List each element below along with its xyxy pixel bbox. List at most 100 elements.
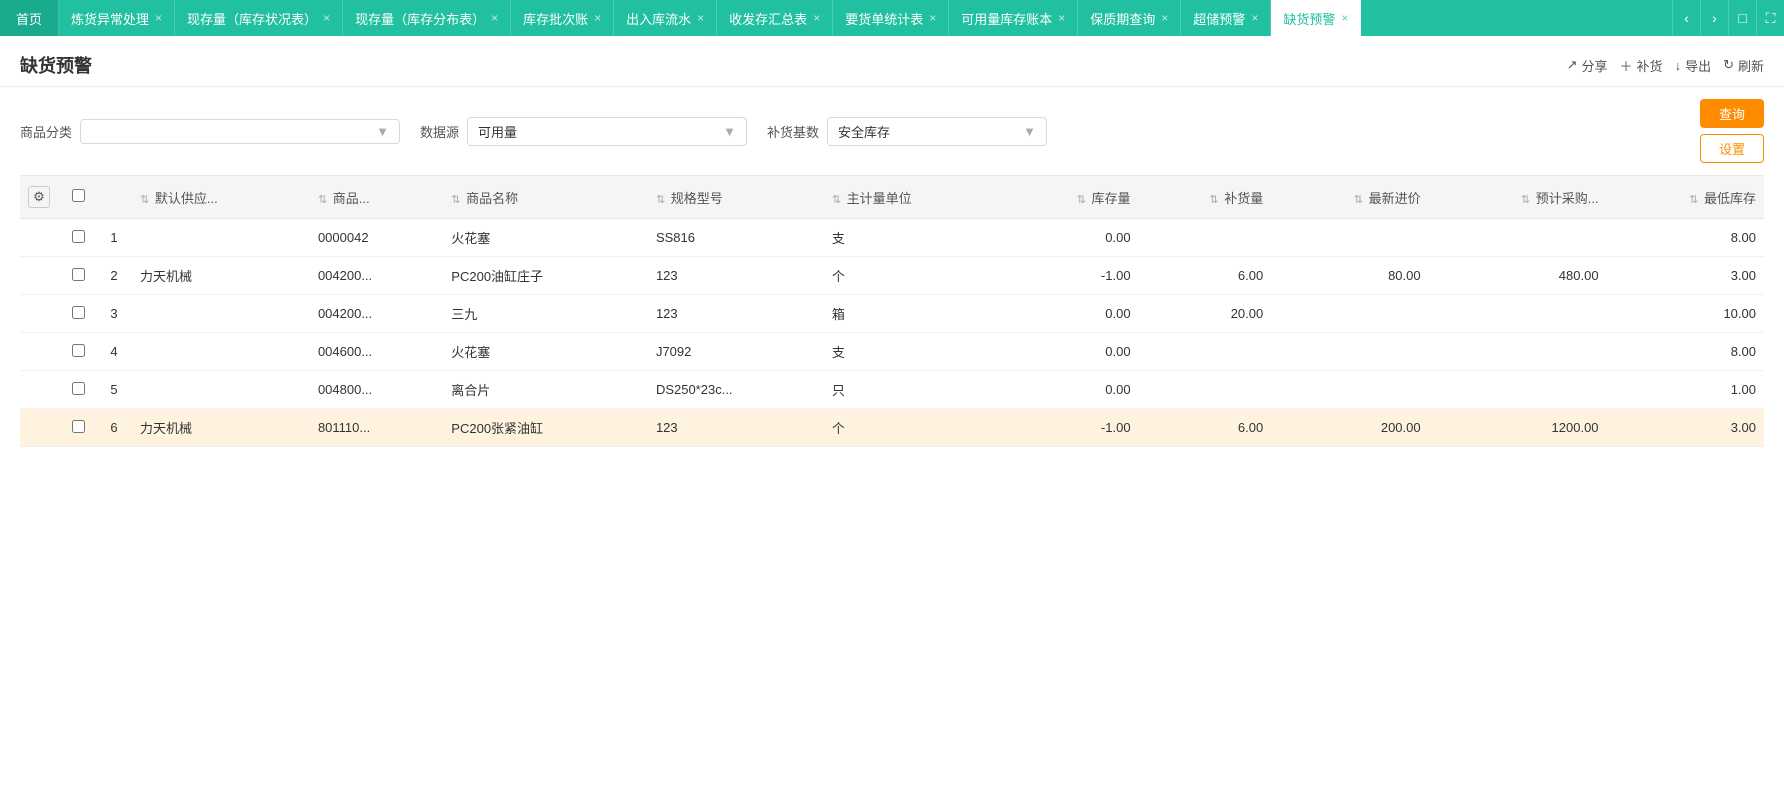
table-row: 6 力天机械 801110... PC200张紧油缸 123 个 -1.00 6… — [20, 409, 1764, 447]
main-content: 缺货预警 ↗ 分享 ＋ 补货 ↓ 导出 ↻ 刷新 商品分类 — [0, 36, 1784, 796]
sort-icon-supplier: ⇅ — [140, 194, 149, 206]
row-replenish-qty: 6.00 — [1139, 257, 1272, 295]
row-min-stock: 10.00 — [1607, 295, 1764, 333]
share-button[interactable]: ↗ 分享 — [1567, 56, 1608, 75]
replenish-base-filter: 补货基数 安全库存 ▼ — [767, 117, 1047, 146]
tab-home[interactable]: 首页 — [0, 0, 59, 36]
row-unit: 只 — [824, 371, 1006, 409]
sort-icon-est-purchase: ⇅ — [1521, 194, 1530, 206]
row-num: 6 — [96, 409, 132, 447]
row-latest-price — [1271, 295, 1428, 333]
row-goods-name: PC200油缸庄子 — [443, 257, 648, 295]
row-spec: DS250*23c... — [648, 371, 824, 409]
data-table: ⚙ ⇅ 默认供应... ⇅ 商品... ⇅ — [20, 175, 1764, 447]
tab-2[interactable]: 现存量（库存状况表） × — [175, 0, 343, 36]
row-checkbox-cell — [60, 257, 96, 295]
row-supplier — [132, 333, 310, 371]
category-label: 商品分类 — [20, 122, 72, 141]
category-select[interactable]: ▼ — [80, 119, 400, 144]
tab-9[interactable]: 保质期查询 × — [1078, 0, 1181, 36]
table-row: 5 004800... 离合片 DS250*23c... 只 0.00 1.00 — [20, 371, 1764, 409]
col-num — [96, 176, 132, 219]
query-button[interactable]: 查询 — [1700, 99, 1764, 128]
row-checkbox-2[interactable] — [72, 306, 85, 319]
row-stock: 0.00 — [1006, 371, 1139, 409]
tab-4[interactable]: 库存批次账 × — [511, 0, 614, 36]
col-goods-name: ⇅ 商品名称 — [443, 176, 648, 219]
tab-close-9[interactable]: × — [1161, 11, 1168, 25]
datasource-select-value: 可用量 — [478, 122, 517, 141]
tab-window-button[interactable]: □ — [1728, 0, 1756, 36]
col-latest-price: ⇅ 最新进价 — [1271, 176, 1428, 219]
tab-3[interactable]: 现存量（库存分布表） × — [343, 0, 511, 36]
sort-icon-goods-name: ⇅ — [451, 194, 460, 206]
setting-button[interactable]: 设置 — [1700, 134, 1764, 163]
row-checkbox-1[interactable] — [72, 268, 85, 281]
row-spec: SS816 — [648, 219, 824, 257]
row-supplier: 力天机械 — [132, 257, 310, 295]
column-settings-icon[interactable]: ⚙ — [28, 186, 50, 208]
tab-prev-button[interactable]: ‹ — [1672, 0, 1700, 36]
row-latest-price — [1271, 371, 1428, 409]
tab-close-6[interactable]: × — [813, 11, 820, 25]
sort-icon-spec: ⇅ — [656, 194, 665, 206]
row-checkbox-0[interactable] — [72, 230, 85, 243]
row-stock: 0.00 — [1006, 295, 1139, 333]
table-header: ⚙ ⇅ 默认供应... ⇅ 商品... ⇅ — [20, 176, 1764, 219]
replenish-button[interactable]: ＋ 补货 — [1620, 56, 1663, 75]
row-est-purchase: 480.00 — [1429, 257, 1607, 295]
row-stock: 0.00 — [1006, 333, 1139, 371]
row-latest-price: 80.00 — [1271, 257, 1428, 295]
tab-11-active[interactable]: 缺货预警 × — [1271, 0, 1361, 36]
row-goods-code: 004200... — [310, 295, 443, 333]
refresh-button[interactable]: ↻ 刷新 — [1723, 56, 1764, 75]
row-replenish-qty: 6.00 — [1139, 409, 1272, 447]
tab-10[interactable]: 超储预警 × — [1181, 0, 1271, 36]
col-settings: ⚙ — [20, 176, 60, 219]
row-stock: -1.00 — [1006, 257, 1139, 295]
row-stock: -1.00 — [1006, 409, 1139, 447]
col-checkbox — [60, 176, 96, 219]
tab-5[interactable]: 出入库流水 × — [614, 0, 717, 36]
col-supplier: ⇅ 默认供应... — [132, 176, 310, 219]
tab-7[interactable]: 要货单统计表 × — [833, 0, 949, 36]
datasource-select[interactable]: 可用量 ▼ — [467, 117, 747, 146]
share-icon: ↗ — [1567, 57, 1578, 73]
sort-icon-replenish-qty: ⇅ — [1209, 194, 1218, 206]
tab-fullscreen-button[interactable]: ⛶ — [1756, 0, 1784, 36]
row-spec: 123 — [648, 295, 824, 333]
tab-next-button[interactable]: › — [1700, 0, 1728, 36]
row-unit: 支 — [824, 219, 1006, 257]
tab-close-2[interactable]: × — [323, 11, 330, 25]
row-checkbox-3[interactable] — [72, 344, 85, 357]
row-goods-name: 三九 — [443, 295, 648, 333]
tab-close-11[interactable]: × — [1341, 11, 1348, 25]
tab-close-5[interactable]: × — [697, 11, 704, 25]
row-unit: 箱 — [824, 295, 1006, 333]
filter-actions: 查询 设置 — [1700, 99, 1764, 163]
row-checkbox-5[interactable] — [72, 420, 85, 433]
row-latest-price — [1271, 333, 1428, 371]
row-settings — [20, 371, 60, 409]
tab-1[interactable]: 炼货异常处理 × — [59, 0, 175, 36]
row-supplier — [132, 295, 310, 333]
col-min-stock: ⇅ 最低库存 — [1607, 176, 1764, 219]
row-settings — [20, 219, 60, 257]
tab-8[interactable]: 可用量库存账本 × — [949, 0, 1078, 36]
tab-close-10[interactable]: × — [1251, 11, 1258, 25]
replenish-base-select[interactable]: 安全库存 ▼ — [827, 117, 1047, 146]
col-stock: ⇅ 库存量 — [1006, 176, 1139, 219]
select-all-checkbox[interactable] — [72, 189, 85, 202]
tab-6[interactable]: 收发存汇总表 × — [717, 0, 833, 36]
row-checkbox-4[interactable] — [72, 382, 85, 395]
row-goods-code: 004200... — [310, 257, 443, 295]
tab-close-8[interactable]: × — [1058, 11, 1065, 25]
tab-close-4[interactable]: × — [594, 11, 601, 25]
row-replenish-qty: 20.00 — [1139, 295, 1272, 333]
tab-close-7[interactable]: × — [929, 11, 936, 25]
tab-close-1[interactable]: × — [155, 11, 162, 25]
tab-close-3[interactable]: × — [491, 11, 498, 25]
row-latest-price — [1271, 219, 1428, 257]
export-button[interactable]: ↓ 导出 — [1675, 56, 1712, 75]
row-num: 4 — [96, 333, 132, 371]
